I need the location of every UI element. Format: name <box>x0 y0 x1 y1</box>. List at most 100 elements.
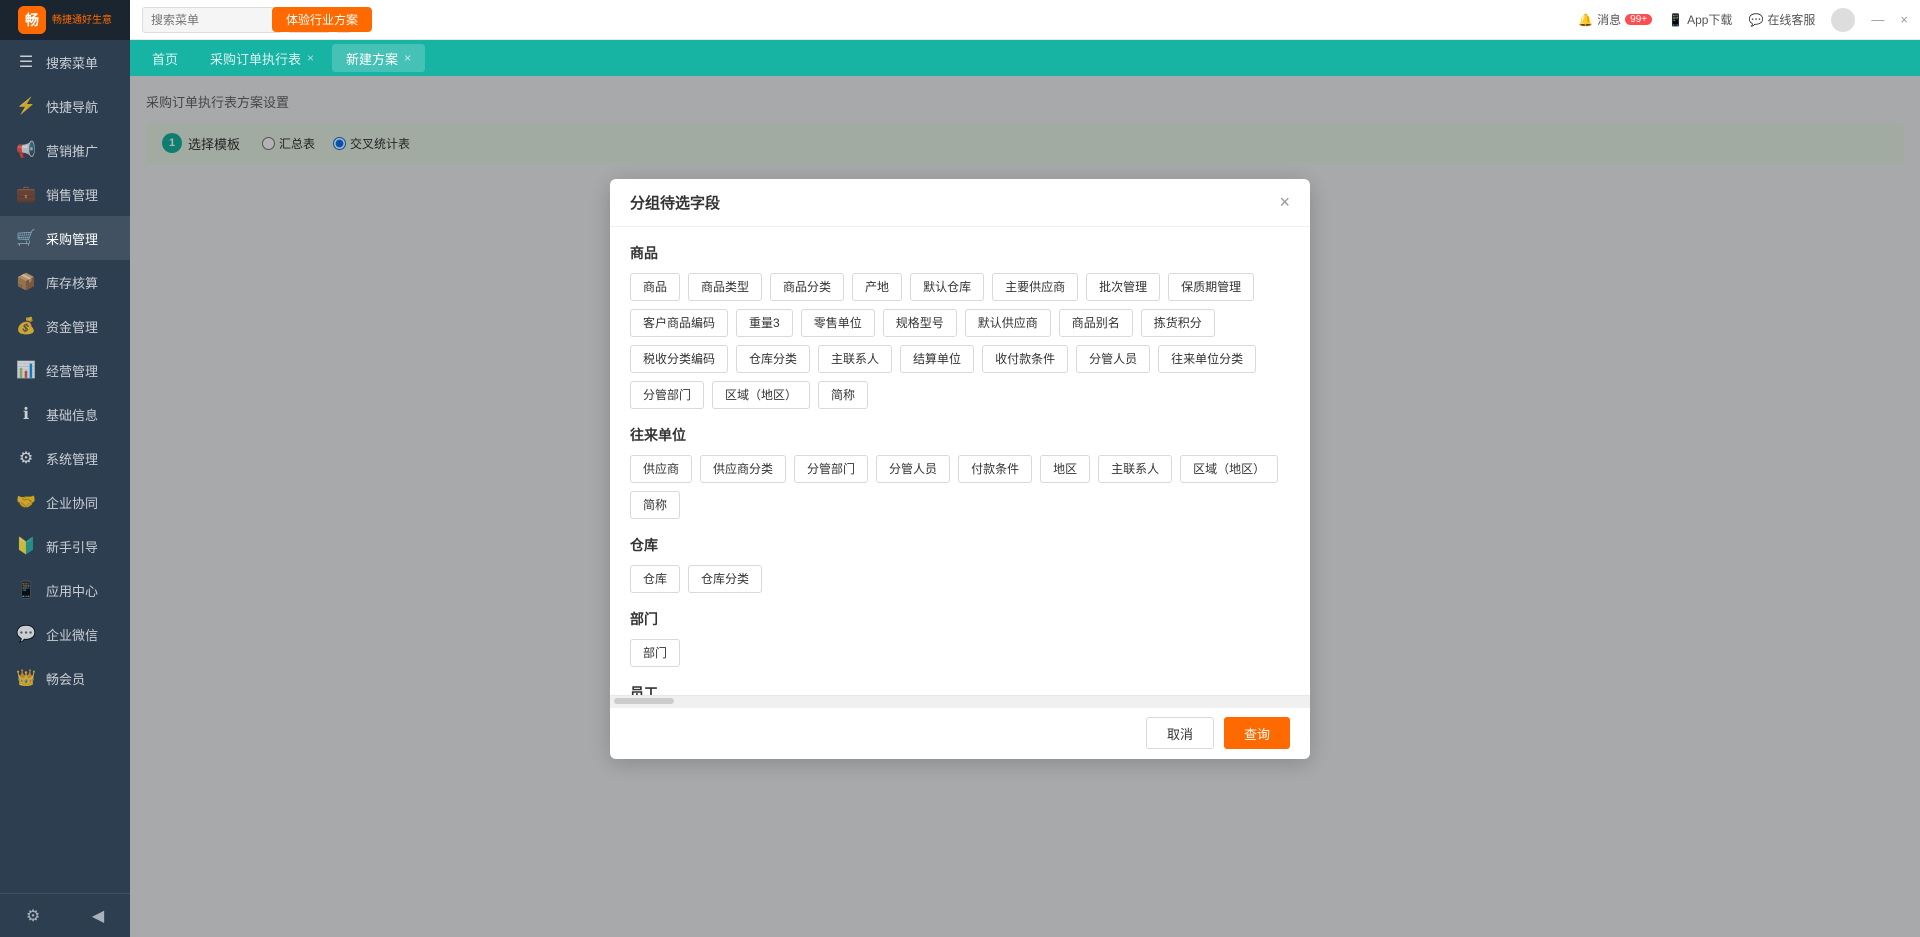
modal-close-button[interactable]: × <box>1279 192 1290 213</box>
field-tags: 仓库仓库分类 <box>630 565 1290 593</box>
sidebar-icon: 🤝 <box>16 492 36 512</box>
field-tag-仓库[interactable]: 仓库 <box>630 565 680 593</box>
sidebar-item-销售管理[interactable]: 💼销售管理 <box>0 172 130 216</box>
field-tag-分管部门[interactable]: 分管部门 <box>794 455 868 483</box>
sidebar-item-营销推广[interactable]: 📢营销推广 <box>0 128 130 172</box>
field-tag-默认仓库[interactable]: 默认仓库 <box>910 273 984 301</box>
field-tag-税收分类编码[interactable]: 税收分类编码 <box>630 345 728 373</box>
modal-footer: 取消 查询 <box>610 707 1310 759</box>
service-icon: 💬 <box>1748 13 1763 27</box>
nav-tab-label: 新建方案 <box>346 49 398 68</box>
field-tag-简称[interactable]: 简称 <box>818 381 868 409</box>
field-tag-默认供应商[interactable]: 默认供应商 <box>965 309 1051 337</box>
field-tag-分管人员[interactable]: 分管人员 <box>1076 345 1150 373</box>
nav-tab-2[interactable]: 新建方案 × <box>332 44 425 72</box>
sidebar-item-畅会员[interactable]: 👑畅会员 <box>0 656 130 700</box>
modal-field-select: 分组待选字段 × 商品商品商品类型商品分类产地默认仓库主要供应商批次管理保质期管… <box>610 179 1310 759</box>
sidebar-item-系统管理[interactable]: ⚙系统管理 <box>0 436 130 480</box>
sidebar-logo: 畅 畅捷通好生意 <box>0 0 130 40</box>
field-tag-区域（地区）[interactable]: 区域（地区） <box>712 381 810 409</box>
field-tag-客户商品编码[interactable]: 客户商品编码 <box>630 309 728 337</box>
field-tag-主联系人[interactable]: 主联系人 <box>1098 455 1172 483</box>
sidebar-icon: ℹ <box>16 404 36 424</box>
field-tag-零售单位[interactable]: 零售单位 <box>801 309 875 337</box>
window-close-button[interactable]: × <box>1900 12 1908 27</box>
field-tag-仓库分类[interactable]: 仓库分类 <box>736 345 810 373</box>
sidebar-icon: 🔰 <box>16 536 36 556</box>
sidebar-item-新手引导[interactable]: 🔰新手引导 <box>0 524 130 568</box>
modal-hscroll[interactable] <box>610 695 1310 707</box>
hscroll-thumb[interactable] <box>614 698 674 704</box>
sidebar-item-企业微信[interactable]: 💬企业微信 <box>0 612 130 656</box>
sidebar-item-经营管理[interactable]: 📊经营管理 <box>0 348 130 392</box>
field-tag-主联系人[interactable]: 主联系人 <box>818 345 892 373</box>
window-min-button[interactable]: — <box>1871 12 1884 27</box>
section-员工: 员工业务员 <box>630 683 1290 695</box>
field-tag-付款条件[interactable]: 付款条件 <box>958 455 1032 483</box>
sidebar-item-label: 企业微信 <box>46 625 98 644</box>
field-tag-分管部门[interactable]: 分管部门 <box>630 381 704 409</box>
field-tags: 供应商供应商分类分管部门分管人员付款条件地区主联系人区域（地区） 简称 <box>630 455 1290 519</box>
field-tag-部门[interactable]: 部门 <box>630 639 680 667</box>
field-tag-收付款条件[interactable]: 收付款条件 <box>982 345 1068 373</box>
field-tag-产地[interactable]: 产地 <box>852 273 902 301</box>
field-tag-重量3[interactable]: 重量3 <box>736 309 793 337</box>
field-tag-往来单位分类[interactable]: 往来单位分类 <box>1158 345 1256 373</box>
field-tag-保质期管理[interactable]: 保质期管理 <box>1168 273 1254 301</box>
online-service-item[interactable]: 💬 在线客服 <box>1748 11 1815 28</box>
field-tag-分管人员[interactable]: 分管人员 <box>876 455 950 483</box>
sidebar-icon: 👑 <box>16 668 36 688</box>
nav-tab-1[interactable]: 采购订单执行表 × <box>196 44 328 72</box>
sidebar-item-label: 企业协同 <box>46 493 98 512</box>
field-tag-简称[interactable]: 简称 <box>630 491 680 519</box>
sidebar-item-资金管理[interactable]: 💰资金管理 <box>0 304 130 348</box>
online-service-label: 在线客服 <box>1767 11 1815 28</box>
sidebar-item-搜索菜单[interactable]: ☰搜索菜单 <box>0 40 130 84</box>
sidebar-icon: 📦 <box>16 272 36 292</box>
sidebar-item-应用中心[interactable]: 📱应用中心 <box>0 568 130 612</box>
top-right: 🔔 消息 99+ 📱 App下载 💬 在线客服 — × <box>1578 8 1908 32</box>
settings-icon[interactable]: ⚙ <box>26 906 40 926</box>
sidebar-item-基础信息[interactable]: ℹ基础信息 <box>0 392 130 436</box>
modal-body: 商品商品商品类型商品分类产地默认仓库主要供应商批次管理保质期管理客户商品编码重量… <box>610 227 1310 695</box>
sidebar-icon: ⚙ <box>16 448 36 468</box>
sidebar-icon: 📊 <box>16 360 36 380</box>
app-icon: 📱 <box>1668 13 1683 27</box>
sidebar-item-采购管理[interactable]: 🛒采购管理 <box>0 216 130 260</box>
field-tag-仓库分类[interactable]: 仓库分类 <box>688 565 762 593</box>
sidebar-item-企业协同[interactable]: 🤝 企业协同 <box>0 480 130 524</box>
notification-item[interactable]: 🔔 消息 99+ <box>1578 11 1652 28</box>
field-tag-批次管理[interactable]: 批次管理 <box>1086 273 1160 301</box>
field-tag-区域（地区）[interactable]: 区域（地区） <box>1180 455 1278 483</box>
nav-tab-label: 采购订单执行表 <box>210 49 301 68</box>
field-tag-商品别名[interactable]: 商品别名 <box>1059 309 1133 337</box>
nav-tab-close-icon[interactable]: × <box>404 51 411 65</box>
field-tag-拣货积分[interactable]: 拣货积分 <box>1141 309 1215 337</box>
field-tag-主要供应商[interactable]: 主要供应商 <box>992 273 1078 301</box>
field-tag-商品[interactable]: 商品 <box>630 273 680 301</box>
field-tag-结算单位[interactable]: 结算单位 <box>900 345 974 373</box>
sidebar: 畅 畅捷通好生意 ☰搜索菜单⚡快捷导航📢营销推广💼销售管理🛒采购管理📦库存核算💰… <box>0 0 130 937</box>
field-tag-规格型号[interactable]: 规格型号 <box>883 309 957 337</box>
search-input[interactable] <box>142 7 282 33</box>
sidebar-item-label: 采购管理 <box>46 229 98 248</box>
field-tag-供应商[interactable]: 供应商 <box>630 455 692 483</box>
section-title: 往来单位 <box>630 425 1290 445</box>
section-title: 部门 <box>630 609 1290 629</box>
collapse-icon[interactable]: ◀ <box>92 906 104 926</box>
modal-sections: 商品商品商品类型商品分类产地默认仓库主要供应商批次管理保质期管理客户商品编码重量… <box>630 243 1290 695</box>
nav-tab-0[interactable]: 首页 <box>138 44 192 72</box>
avatar[interactable] <box>1831 8 1855 32</box>
sidebar-item-快捷导航[interactable]: ⚡快捷导航 <box>0 84 130 128</box>
app-download-item[interactable]: 📱 App下载 <box>1668 11 1732 28</box>
experience-button[interactable]: 体验行业方案 <box>272 7 372 32</box>
confirm-button[interactable]: 查询 <box>1224 717 1290 749</box>
logo-area: ▼ ⚙ <box>142 7 272 33</box>
cancel-button[interactable]: 取消 <box>1146 717 1214 749</box>
field-tag-商品分类[interactable]: 商品分类 <box>770 273 844 301</box>
field-tag-地区[interactable]: 地区 <box>1040 455 1090 483</box>
field-tag-商品类型[interactable]: 商品类型 <box>688 273 762 301</box>
field-tag-供应商分类[interactable]: 供应商分类 <box>700 455 786 483</box>
nav-tab-close-icon[interactable]: × <box>307 51 314 65</box>
sidebar-item-库存核算[interactable]: 📦库存核算 <box>0 260 130 304</box>
